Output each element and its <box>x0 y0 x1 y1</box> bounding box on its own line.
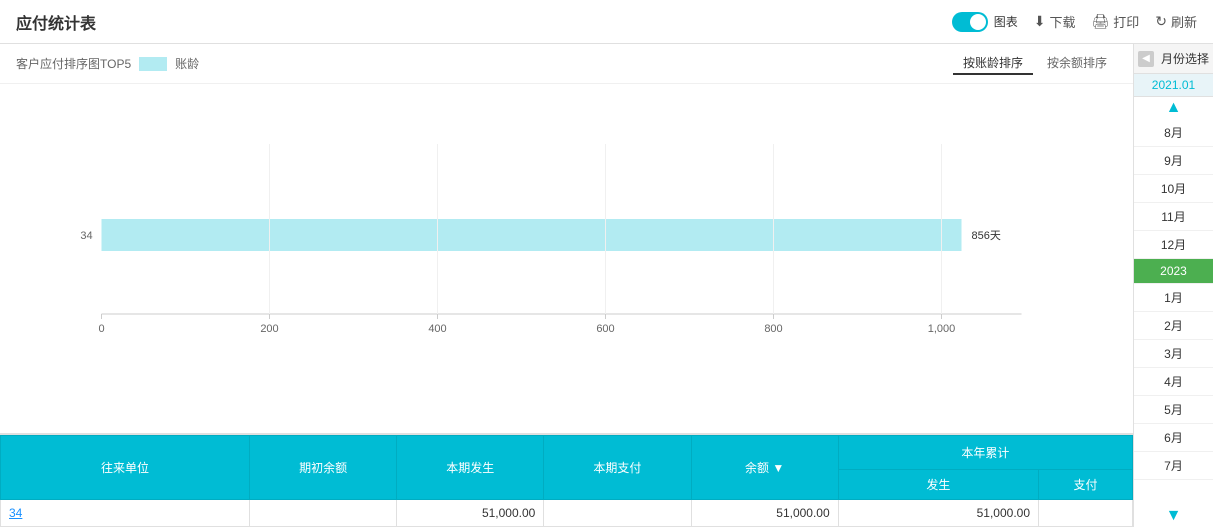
header-actions: 图表 ⬇ 下载 🖨 打印 ↻ 刷新 <box>952 12 1197 32</box>
sidebar-month-item[interactable]: 11月 <box>1134 203 1213 231</box>
page-title: 应付统计表 <box>16 10 952 34</box>
app-container: 应付统计表 图表 ⬇ 下载 🖨 打印 ↻ 刷新 <box>0 0 1213 527</box>
nav-down-icon[interactable]: ▼ <box>1166 507 1182 525</box>
sort-buttons: 按账龄排序 按余额排序 <box>953 52 1117 75</box>
cell-current-pay <box>544 500 691 527</box>
legend-title: 客户应付排序图TOP5 <box>16 55 131 72</box>
cell-balance: 51,000.00 <box>691 500 838 527</box>
chart-toggle-label: 图表 <box>994 13 1018 30</box>
col-ytd-occur: 发生 <box>838 470 1038 500</box>
svg-text:200: 200 <box>260 323 278 335</box>
chart-container: 34 856天 0 200 400 600 <box>0 84 1133 433</box>
col-origin: 往来单位 <box>1 436 250 500</box>
sidebar-year-marker[interactable]: 2023 <box>1134 259 1213 284</box>
legend-color-label: 账龄 <box>175 55 199 72</box>
refresh-button[interactable]: ↻ 刷新 <box>1155 12 1197 31</box>
col-balance: 余额 ▼ <box>691 436 838 500</box>
cell-origin: 34 <box>1 500 250 527</box>
nav-up-icon[interactable]: ▲ <box>1166 99 1182 117</box>
chart-toolbar: 客户应付排序图TOP5 账龄 按账龄排序 按余额排序 <box>0 44 1133 84</box>
sidebar-month-item[interactable]: 4月 <box>1134 368 1213 396</box>
table-row: 34 51,000.00 51,000.00 51,000.00 <box>1 500 1133 527</box>
col-ytd-pay: 支付 <box>1039 470 1133 500</box>
svg-text:400: 400 <box>428 323 446 335</box>
print-label: 打印 <box>1113 12 1139 31</box>
sidebar-month-item[interactable]: 9月 <box>1134 147 1213 175</box>
header: 应付统计表 图表 ⬇ 下载 🖨 打印 ↻ 刷新 <box>0 0 1213 44</box>
svg-text:600: 600 <box>596 323 614 335</box>
svg-text:1,000: 1,000 <box>928 323 956 335</box>
sidebar-month-item[interactable]: 3月 <box>1134 340 1213 368</box>
svg-text:34: 34 <box>80 230 92 242</box>
download-button[interactable]: ⬇ 下载 <box>1034 12 1076 31</box>
chart-legend: 客户应付排序图TOP5 账龄 <box>16 55 199 72</box>
cell-ytd-pay <box>1039 500 1133 527</box>
refresh-label: 刷新 <box>1171 12 1197 31</box>
balance-sort-icon[interactable]: ▼ <box>772 461 784 475</box>
legend-color-box <box>139 57 167 71</box>
sidebar-title: 月份选择 <box>1161 50 1209 67</box>
sidebar-nav-up[interactable]: ▲ <box>1134 97 1213 119</box>
chart-area: 客户应付排序图TOP5 账龄 按账龄排序 按余额排序 34 856天 <box>0 44 1133 527</box>
origin-link[interactable]: 34 <box>9 506 22 520</box>
month-list: 8月9月10月11月12月20231月2月3月4月5月6月7月 <box>1134 119 1213 505</box>
sidebar-month-item[interactable]: 1月 <box>1134 284 1213 312</box>
col-ytd: 本年累计 <box>838 436 1132 470</box>
svg-text:856天: 856天 <box>972 230 1001 242</box>
sidebar-month-item[interactable]: 10月 <box>1134 175 1213 203</box>
sidebar-month-item[interactable]: 8月 <box>1134 119 1213 147</box>
toggle-knob <box>970 14 986 30</box>
chart-toggle[interactable] <box>952 12 988 32</box>
print-icon: 🖨 <box>1091 13 1109 30</box>
col-current-pay: 本期支付 <box>544 436 691 500</box>
sort-by-amount-button[interactable]: 按余额排序 <box>1037 52 1117 75</box>
download-icon: ⬇ <box>1034 13 1046 30</box>
cell-ytd-occur: 51,000.00 <box>838 500 1038 527</box>
svg-text:0: 0 <box>98 323 104 335</box>
data-table: 往来单位 期初余额 本期发生 本期支付 余额 ▼ 本年累计 发生 <box>0 435 1133 527</box>
sort-by-balance-button[interactable]: 按账龄排序 <box>953 52 1033 75</box>
sidebar-header: ◀ 月份选择 <box>1134 44 1213 74</box>
sidebar-month-item[interactable]: 12月 <box>1134 231 1213 259</box>
print-button[interactable]: 🖨 打印 <box>1091 12 1139 31</box>
sidebar-month-item[interactable]: 5月 <box>1134 396 1213 424</box>
chart-bar <box>102 219 962 251</box>
cell-current-occur: 51,000.00 <box>397 500 544 527</box>
sidebar-month-item[interactable]: 2月 <box>1134 312 1213 340</box>
col-current-occur: 本期发生 <box>397 436 544 500</box>
sidebar-month-item[interactable]: 7月 <box>1134 452 1213 480</box>
sidebar: ◀ 月份选择 2021.01 ▲ 8月9月10月11月12月20231月2月3月… <box>1133 44 1213 527</box>
bar-chart: 34 856天 0 200 400 600 <box>16 94 1117 384</box>
sidebar-month-item[interactable]: 6月 <box>1134 424 1213 452</box>
download-label: 下载 <box>1049 12 1075 31</box>
refresh-icon: ↻ <box>1155 13 1167 30</box>
table-area: 往来单位 期初余额 本期发生 本期支付 余额 ▼ 本年累计 发生 <box>0 433 1133 527</box>
svg-text:800: 800 <box>764 323 782 335</box>
chart-toggle-wrap[interactable]: 图表 <box>952 12 1018 32</box>
sidebar-nav-down[interactable]: ▼ <box>1134 505 1213 527</box>
sidebar-year[interactable]: 2021.01 <box>1134 74 1213 97</box>
main-content: 客户应付排序图TOP5 账龄 按账龄排序 按余额排序 34 856天 <box>0 44 1213 527</box>
col-opening: 期初余额 <box>250 436 397 500</box>
sidebar-collapse-button[interactable]: ◀ <box>1138 51 1154 67</box>
cell-opening <box>250 500 397 527</box>
